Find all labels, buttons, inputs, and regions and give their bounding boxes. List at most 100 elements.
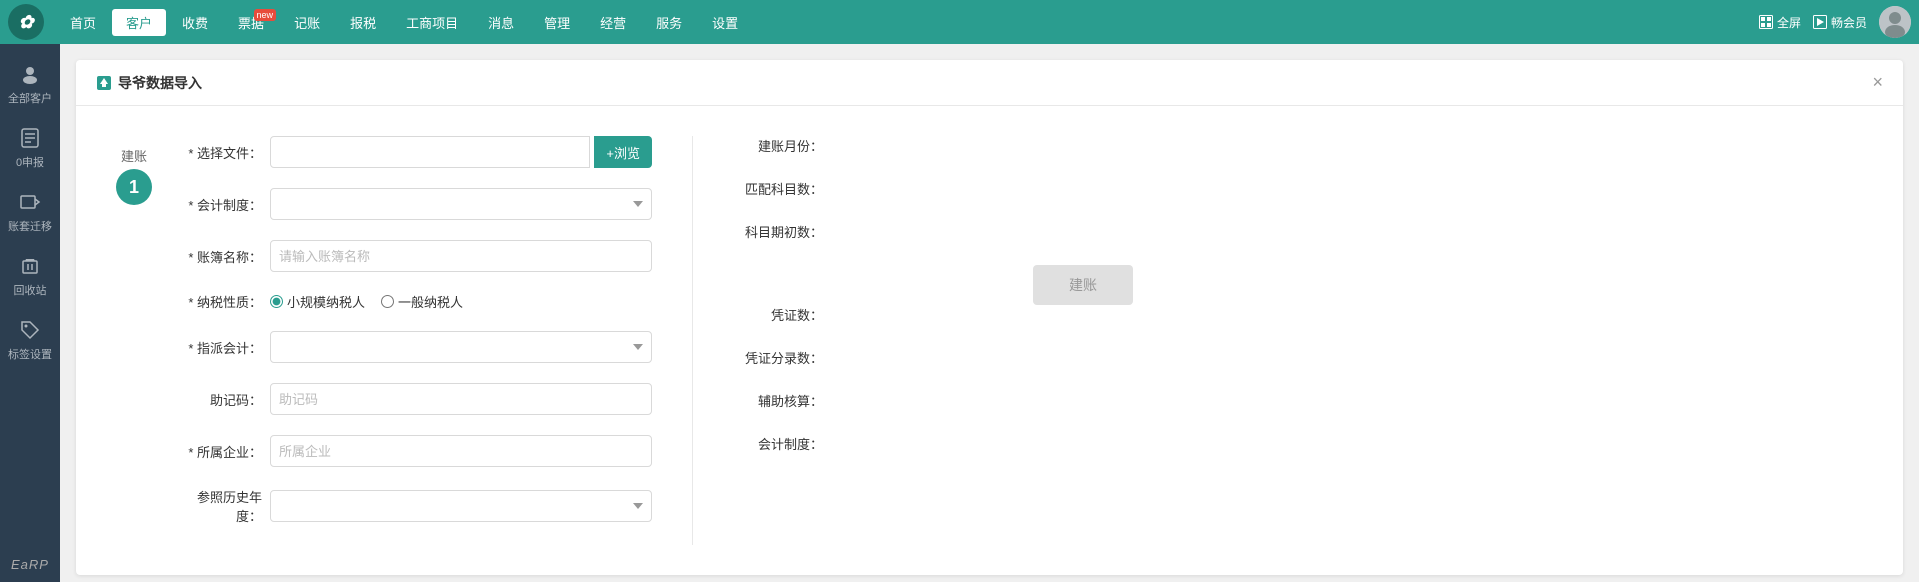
topnav: ✿ 首页 客户 收费 票据 new 记账 报税 工商项目 消息 管理 经营 服务…: [0, 0, 1919, 44]
memo-row: 助记码：: [172, 383, 652, 415]
step-number: 1: [129, 177, 139, 198]
nav-settings[interactable]: 设置: [698, 9, 752, 36]
tax-type-row: * 纳税性质： 小规模纳税人 一般纳税人: [172, 292, 652, 311]
panel-title-text: 导爷数据导入: [118, 73, 202, 93]
sidebar-item-all-customers[interactable]: 全部客户: [3, 54, 57, 114]
sidebar-label-recycle: 回收站: [14, 282, 47, 298]
nav-bookkeeping[interactable]: 记账: [280, 9, 334, 36]
avatar-icon: [1879, 6, 1911, 38]
voucher-entries-label: 凭证分录数：: [733, 348, 823, 367]
layout: 全部客户 0申报 账套迁移 回收站 标签设置 EaRP: [0, 44, 1919, 582]
tax-radio-group: 小规模纳税人 一般纳税人: [270, 292, 463, 311]
panel-body: 建账 1 * 选择文件： +浏览: [76, 106, 1903, 575]
sidebar: 全部客户 0申报 账套迁移 回收站 标签设置 EaRP: [0, 44, 60, 582]
all-customers-icon: [18, 62, 42, 86]
vouchers-label: 凭证数：: [733, 305, 823, 324]
accountant-label: * 指派会计：: [172, 338, 262, 357]
nav-services[interactable]: 服务: [642, 9, 696, 36]
vouchers-row: 凭证数：: [733, 305, 1133, 324]
sidebar-item-recycle[interactable]: 回收站: [3, 246, 57, 306]
period-initial-label: 科目期初数：: [733, 222, 823, 241]
company-input[interactable]: [270, 435, 652, 467]
nav-business[interactable]: 工商项目: [392, 9, 472, 36]
period-initial-row: 科目期初数：: [733, 222, 1133, 241]
sidebar-label-tag-settings: 标签设置: [8, 346, 52, 362]
sidebar-label-account-migration: 账套迁移: [8, 218, 52, 234]
match-subjects-row: 匹配科目数：: [733, 179, 1133, 198]
sidebar-item-tag-settings[interactable]: 标签设置: [3, 310, 57, 370]
memo-input[interactable]: [270, 383, 652, 415]
file-input[interactable]: [270, 136, 590, 168]
panel-title: 导爷数据导入: [96, 73, 202, 93]
nav-billing[interactable]: 收费: [168, 9, 222, 36]
tax-general-radio[interactable]: 一般纳税人: [381, 292, 463, 311]
fullscreen-btn[interactable]: 全屏: [1759, 14, 1801, 31]
zero-declaration-icon: [18, 126, 42, 150]
history-year-label: 参照历史年度：: [172, 487, 262, 525]
form-left: * 选择文件： +浏览 * 会计制度：: [172, 136, 652, 545]
ledger-name-label: * 账簿名称：: [172, 247, 262, 266]
accounting-system-row: * 会计制度：: [172, 188, 652, 220]
nav-customers[interactable]: 客户: [112, 9, 166, 36]
import-panel: 导爷数据导入 × 建账 1 * 选择文件：: [76, 60, 1903, 575]
aux-accounting-row: 辅助核算：: [733, 391, 1133, 410]
accounting-system-select[interactable]: [270, 188, 652, 220]
build-btn-area: 建账: [733, 265, 1133, 305]
history-year-row: 参照历史年度：: [172, 487, 652, 525]
ledger-name-input[interactable]: [270, 240, 652, 272]
company-label: * 所属企业：: [172, 442, 262, 461]
browse-button[interactable]: +浏览: [594, 136, 652, 168]
tag-settings-icon: [18, 318, 42, 342]
nav-tax[interactable]: 报税: [336, 9, 390, 36]
accounting-system-label: * 会计制度：: [172, 195, 262, 214]
history-year-select[interactable]: [270, 490, 652, 522]
nav-home[interactable]: 首页: [56, 9, 110, 36]
earp-label: EaRP: [11, 557, 49, 572]
play-icon: [1813, 15, 1827, 29]
upload-icon: [96, 75, 112, 91]
right-accounting-system-label: 会计制度：: [733, 434, 823, 453]
nav-operations[interactable]: 经营: [586, 9, 640, 36]
sidebar-label-zero-declaration: 0申报: [16, 154, 44, 170]
aux-accounting-label: 辅助核算：: [733, 391, 823, 410]
voucher-entries-row: 凭证分录数：: [733, 348, 1133, 367]
match-subjects-label: 匹配科目数：: [733, 179, 823, 198]
step-section: 建账 1: [116, 146, 152, 545]
logo-icon: ✿: [18, 12, 33, 33]
file-label: * 选择文件：: [172, 143, 262, 162]
nav-messages[interactable]: 消息: [474, 9, 528, 36]
tax-small-label: 小规模纳税人: [287, 292, 365, 311]
sidebar-item-zero-declaration[interactable]: 0申报: [3, 118, 57, 178]
tax-type-label: * 纳税性质：: [172, 292, 262, 311]
nav-items: 首页 客户 收费 票据 new 记账 报税 工商项目 消息 管理 经营 服务 设…: [56, 9, 1759, 36]
new-badge: new: [254, 9, 277, 21]
fullscreen-label: 全屏: [1777, 14, 1801, 31]
accountant-select[interactable]: [270, 331, 652, 363]
panel-header: 导爷数据导入 ×: [76, 60, 1903, 106]
main-content: 导爷数据导入 × 建账 1 * 选择文件：: [60, 44, 1919, 582]
fullscreen-icon: [1759, 15, 1773, 29]
company-row: * 所属企业：: [172, 435, 652, 467]
topnav-right: 全屏 畅会员: [1759, 6, 1911, 38]
build-button[interactable]: 建账: [1033, 265, 1133, 305]
month-row: 建账月份：: [733, 136, 1133, 155]
step-label: 建账: [121, 146, 147, 165]
nav-invoice[interactable]: 票据 new: [224, 9, 278, 36]
sidebar-item-account-migration[interactable]: 账套迁移: [3, 182, 57, 242]
memo-label: 助记码：: [172, 390, 262, 409]
month-label: 建账月份：: [733, 136, 823, 155]
file-row: * 选择文件： +浏览: [172, 136, 652, 168]
member-label: 畅会员: [1831, 14, 1867, 31]
member-btn[interactable]: 畅会员: [1813, 14, 1867, 31]
form-right: 建账月份： 匹配科目数： 科目期初数： 建账: [733, 136, 1133, 545]
nav-manage[interactable]: 管理: [530, 9, 584, 36]
accountant-row: * 指派会计：: [172, 331, 652, 363]
account-migration-icon: [18, 190, 42, 214]
tax-general-label: 一般纳税人: [398, 292, 463, 311]
right-accounting-system-row: 会计制度：: [733, 434, 1133, 453]
recycle-icon: [18, 254, 42, 278]
close-button[interactable]: ×: [1872, 72, 1883, 93]
tax-small-radio[interactable]: 小规模纳税人: [270, 292, 365, 311]
form-divider: [692, 136, 693, 545]
user-avatar[interactable]: [1879, 6, 1911, 38]
